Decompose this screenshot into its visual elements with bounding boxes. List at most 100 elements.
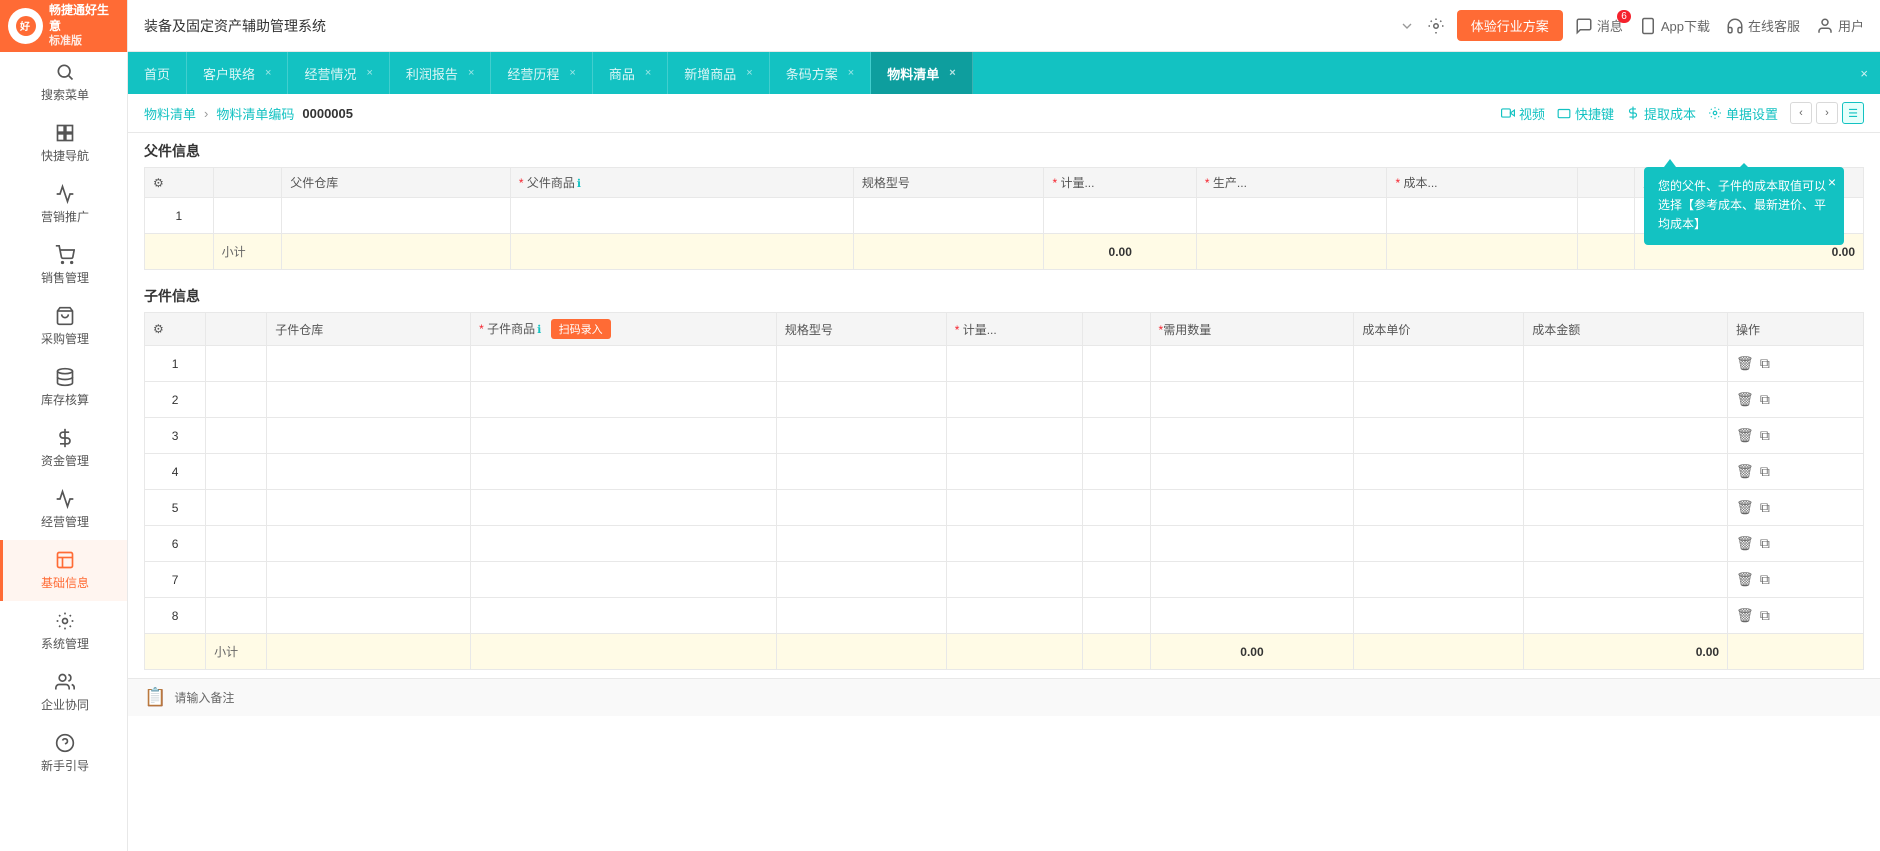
child-r8-copy[interactable]: ⧉ — [1760, 607, 1770, 624]
sidebar-item-search[interactable]: 搜索菜单 — [0, 52, 127, 113]
svg-text:好: 好 — [19, 20, 30, 33]
sidebar-item-inventory[interactable]: 库存核算 — [0, 357, 127, 418]
child-r2-delete[interactable]: 🗑 — [1736, 391, 1754, 408]
parent-col-unit: * 计量... — [1044, 168, 1196, 198]
parent-subtotal-label-cell — [145, 234, 214, 270]
sidebar-item-system[interactable]: 系统管理 — [0, 601, 127, 662]
cost-btn[interactable]: 提取成本 — [1626, 104, 1696, 123]
video-icon — [1501, 106, 1515, 120]
sidebar-item-enterprise[interactable]: 企业协同 — [0, 662, 127, 723]
tab-barcode[interactable]: 条码方案 × — [770, 52, 871, 94]
sidebar-logo: 好 畅捷通好生意 标准版 — [0, 0, 127, 52]
logo-text: 畅捷通好生意 标准版 — [49, 3, 119, 48]
child-col-unit: * 计量... — [946, 313, 1082, 346]
child-r1-unit-cost[interactable] — [1354, 346, 1524, 382]
parent-col-production: * 生产... — [1196, 168, 1387, 198]
parent-col-gear[interactable]: ⚙ — [145, 168, 214, 198]
parent-row-1-cost[interactable] — [1387, 198, 1578, 234]
child-r3-delete[interactable]: 🗑 — [1736, 427, 1754, 444]
user-button[interactable]: 用户 — [1816, 16, 1864, 35]
sidebar-item-quick-nav[interactable]: 快捷导航 — [0, 113, 127, 174]
trial-button[interactable]: 体验行业方案 — [1457, 10, 1563, 41]
tab-goods[interactable]: 商品 × — [593, 52, 668, 94]
parent-row-1-extra — [1578, 198, 1635, 234]
child-r1-copy[interactable]: ⧉ — [1760, 355, 1770, 372]
nav-prev-btn[interactable]: ‹ — [1790, 102, 1812, 124]
child-subtotal-row: 小计 0.00 0.00 — [145, 634, 1864, 670]
child-r2-copy[interactable]: ⧉ — [1760, 391, 1770, 408]
breadcrumb-code-value: 0000005 — [302, 106, 353, 121]
breadcrumb-page[interactable]: 物料清单 — [144, 104, 196, 123]
parent-subtotal-unit-val: 0.00 — [1044, 234, 1196, 270]
child-r1-product[interactable] — [471, 346, 777, 382]
child-row-1: 1 🗑 ⧉ — [145, 346, 1864, 382]
shortcut-btn[interactable]: 快捷键 — [1557, 104, 1614, 123]
settings-icon[interactable] — [1427, 17, 1445, 35]
child-r8-delete[interactable]: 🗑 — [1736, 607, 1754, 624]
tab-profit[interactable]: 利润报告 × — [390, 52, 491, 94]
parent-row-1-spec[interactable] — [853, 198, 1044, 234]
tab-barcode-close[interactable]: × — [848, 67, 854, 79]
tab-goods-close[interactable]: × — [645, 67, 651, 79]
child-r7-actions: 🗑 ⧉ — [1736, 571, 1855, 588]
parent-row-1-product[interactable] — [510, 198, 853, 234]
sidebar-item-basic-info[interactable]: 基础信息 — [0, 540, 127, 601]
sidebar-item-marketing[interactable]: 营销推广 — [0, 174, 127, 235]
tab-bom-close[interactable]: × — [949, 67, 955, 79]
app-download-button[interactable]: App下载 — [1639, 16, 1710, 35]
settings-btn[interactable]: 单据设置 — [1708, 104, 1778, 123]
message-button[interactable]: 消息 6 — [1575, 16, 1623, 35]
tab-bom[interactable]: 物料清单 × — [871, 52, 972, 94]
child-r5-copy[interactable]: ⧉ — [1760, 499, 1770, 516]
tab-history-close[interactable]: × — [569, 67, 575, 79]
child-r4-copy[interactable]: ⧉ — [1760, 463, 1770, 480]
tab-home[interactable]: 首页 — [128, 52, 187, 94]
tab-history[interactable]: 经营历程 × — [491, 52, 592, 94]
child-r1-unit[interactable] — [946, 346, 1082, 382]
child-r1-amount — [1524, 346, 1728, 382]
notes-placeholder[interactable]: 请输入备注 — [174, 689, 234, 706]
parent-row-1-unit[interactable] — [1044, 198, 1196, 234]
child-r7-delete[interactable]: 🗑 — [1736, 571, 1754, 588]
tooltip-close-btn[interactable]: × — [1828, 171, 1836, 193]
view-toggle-btn[interactable]: ☰ — [1842, 102, 1864, 124]
child-r1-qty[interactable] — [1150, 346, 1354, 382]
dropdown-icon[interactable] — [1399, 18, 1415, 34]
sidebar-item-purchase[interactable]: 采购管理 — [0, 296, 127, 357]
sidebar-item-sales[interactable]: 销售管理 — [0, 235, 127, 296]
scan-button[interactable]: 扫码录入 — [551, 319, 611, 339]
parent-row-1-warehouse[interactable] — [282, 198, 511, 234]
tab-customer-close[interactable]: × — [265, 67, 271, 79]
child-r6-actions: 🗑 ⧉ — [1736, 535, 1855, 552]
tab-business[interactable]: 经营情况 × — [288, 52, 389, 94]
child-r1-warehouse[interactable] — [267, 346, 471, 382]
child-r1-spec[interactable] — [776, 346, 946, 382]
child-r4-delete[interactable]: 🗑 — [1736, 463, 1754, 480]
tab-new-goods-close[interactable]: × — [746, 67, 752, 79]
nav-next-btn[interactable]: › — [1816, 102, 1838, 124]
parent-col-num — [213, 168, 282, 198]
tab-profit-close[interactable]: × — [468, 67, 474, 79]
child-r3-copy[interactable]: ⧉ — [1760, 427, 1770, 444]
parent-row-1-production[interactable] — [1196, 198, 1387, 234]
child-r5-delete[interactable]: 🗑 — [1736, 499, 1754, 516]
system-title: 装备及固定资产辅助管理系统 — [144, 16, 1387, 36]
tabs-close-all[interactable]: × — [1848, 66, 1880, 81]
tab-customer[interactable]: 客户联络 × — [187, 52, 288, 94]
child-r1-actions: 🗑 ⧉ — [1736, 355, 1855, 372]
child-r1-delete[interactable]: 🗑 — [1736, 355, 1754, 372]
child-r7-copy[interactable]: ⧉ — [1760, 571, 1770, 588]
child-r6-delete[interactable]: 🗑 — [1736, 535, 1754, 552]
sidebar-item-finance[interactable]: 资金管理 — [0, 418, 127, 479]
sidebar-item-operations[interactable]: 经营管理 — [0, 479, 127, 540]
child-col-unit-cost: 成本单价 — [1354, 313, 1524, 346]
online-service-button[interactable]: 在线客服 — [1726, 16, 1800, 35]
tab-new-goods[interactable]: 新增商品 × — [668, 52, 769, 94]
sidebar-item-guide[interactable]: 新手引导 — [0, 723, 127, 784]
child-col-gear[interactable]: ⚙ — [145, 313, 206, 346]
view-btn[interactable]: 视频 — [1501, 104, 1545, 123]
child-row-7: 7 🗑 ⧉ — [145, 562, 1864, 598]
tab-business-close[interactable]: × — [366, 67, 372, 79]
child-r6-copy[interactable]: ⧉ — [1760, 535, 1770, 552]
parent-subtotal-row: 小计 0.00 0.00 — [145, 234, 1864, 270]
